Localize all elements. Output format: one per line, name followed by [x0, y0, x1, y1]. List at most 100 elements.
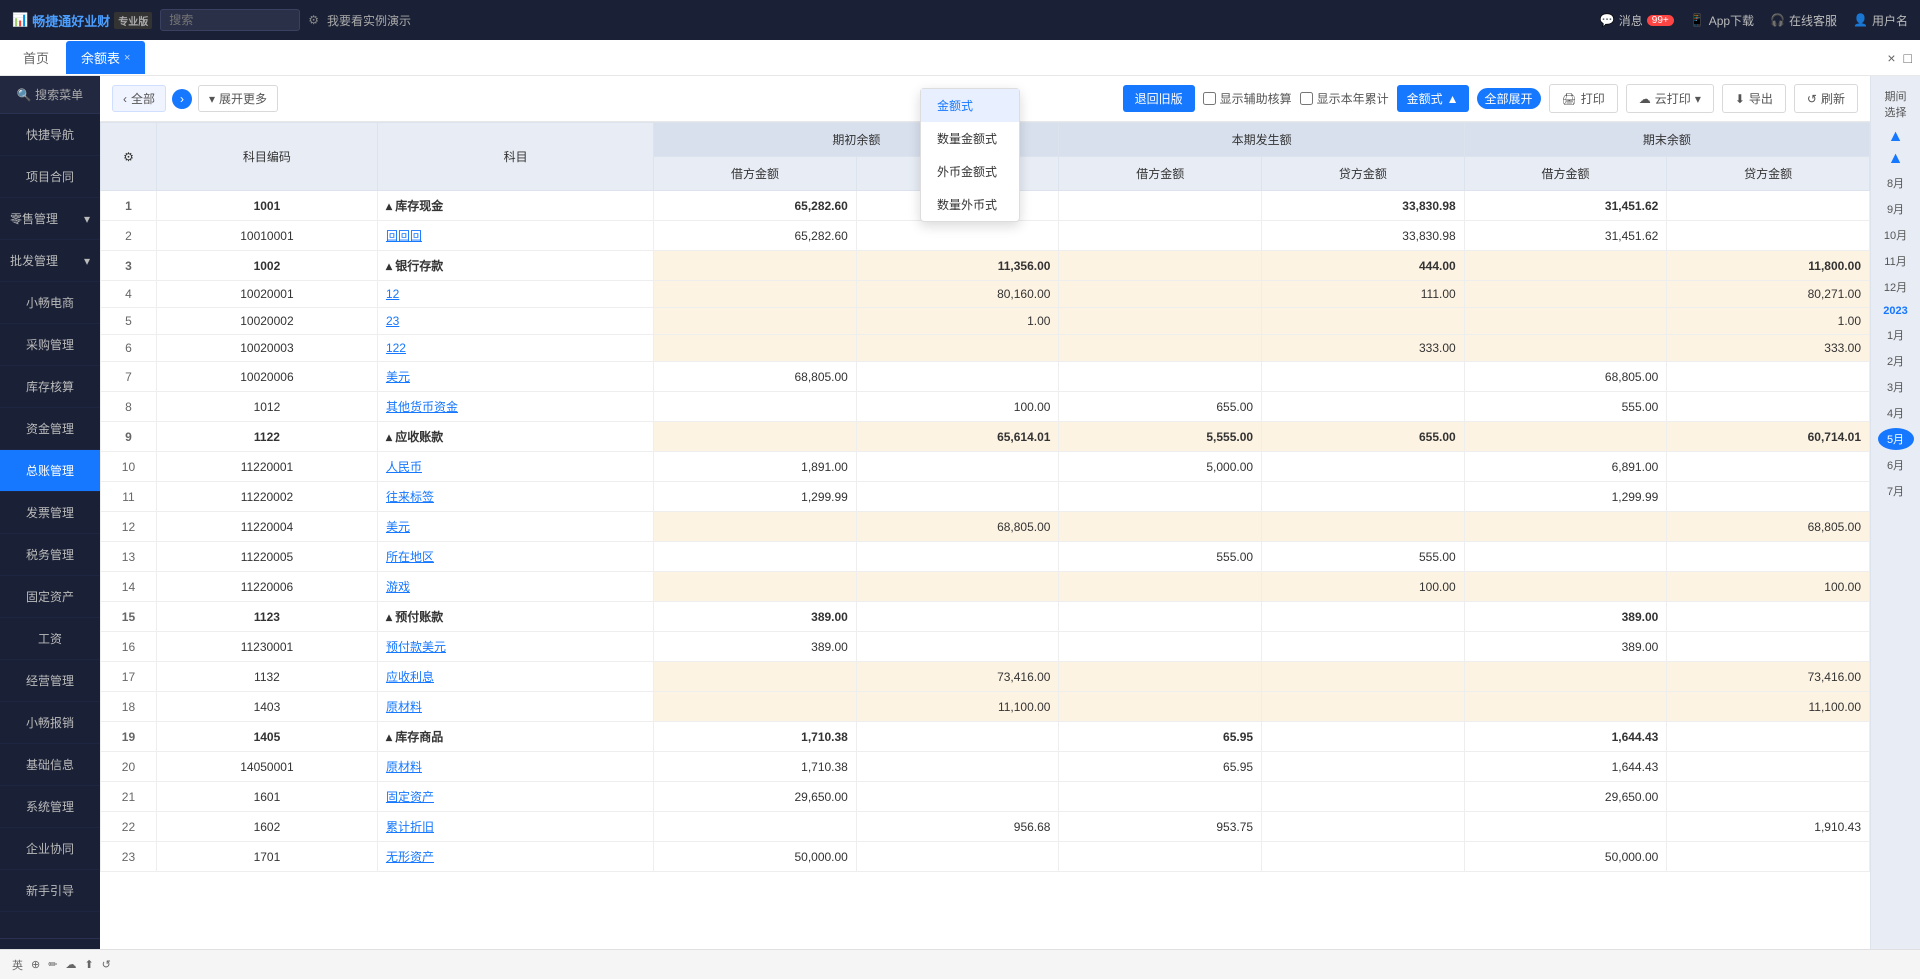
demo-link[interactable]: 我要看实例演示 — [327, 12, 411, 29]
table-row-account[interactable]: 所在地区 — [377, 542, 653, 572]
sidebar-item-quick-nav[interactable]: 快捷导航 — [0, 114, 100, 156]
sidebar-search[interactable]: 🔍 搜索菜单 — [0, 76, 100, 114]
cb-credit-header: 贷方金额 — [1667, 157, 1870, 191]
table-row-account[interactable]: 美元 — [377, 362, 653, 392]
dropdown-item-shuliang-jine[interactable]: 数量金额式 — [921, 122, 1019, 155]
tab-balance[interactable]: 余额表 × — [66, 41, 145, 74]
export-btn[interactable]: ⬇ 导出 — [1722, 84, 1786, 113]
table-row-account[interactable]: 12 — [377, 281, 653, 308]
show-assist-checkbox-group[interactable]: 显示辅助核算 — [1203, 90, 1292, 107]
table-row-account[interactable]: 人民币 — [377, 452, 653, 482]
period-12[interactable]: 12月 — [1878, 276, 1914, 298]
table-row-account[interactable]: 累计折旧 — [377, 812, 653, 842]
sidebar-item-purchase[interactable]: 采购管理 — [0, 324, 100, 366]
table-row-account[interactable]: 无形资产 — [377, 842, 653, 872]
bottom-cloud-btn[interactable]: ☁ — [65, 958, 76, 971]
period-2023[interactable]: 2023 — [1878, 302, 1914, 320]
window-restore-btn[interactable]: □ — [1904, 50, 1912, 66]
sidebar-item-project-contract[interactable]: 项目合同 — [0, 156, 100, 198]
sidebar-item-system[interactable]: 系统管理 — [0, 786, 100, 828]
message-btn[interactable]: 💬 消息 99+ — [1600, 12, 1674, 29]
show-ytd-checkbox-group[interactable]: 显示本年累计 — [1300, 90, 1389, 107]
all-filter-btn[interactable]: ‹ 全部 — [112, 85, 166, 112]
cloud-print-btn[interactable]: ☁ 云打印 ▾ — [1626, 84, 1714, 113]
table-row-account[interactable]: 原材料 — [377, 752, 653, 782]
table-row-account[interactable]: 23 — [377, 308, 653, 335]
window-close-btn[interactable]: × — [1887, 50, 1895, 66]
table-row-code: 1405 — [156, 722, 377, 752]
dropdown-item-shuliang-waibi[interactable]: 数量外币式 — [921, 188, 1019, 221]
sidebar-item-wholesale[interactable]: 批发管理 ▾ — [0, 240, 100, 282]
period-up2-btn[interactable]: ▲ — [1888, 150, 1904, 168]
table-row-cur_credit: 333.00 — [1262, 335, 1465, 362]
sidebar-item-capital[interactable]: 资金管理 — [0, 408, 100, 450]
sidebar-item-fixed-assets[interactable]: 固定资产 — [0, 576, 100, 618]
period-4[interactable]: 4月 — [1878, 402, 1914, 424]
bottom-upload-btn[interactable]: ⬆ — [84, 958, 93, 971]
sidebar-item-operations[interactable]: 经营管理 — [0, 660, 100, 702]
bottom-lang-btn[interactable]: 英 — [12, 957, 23, 973]
service-icon: 🎧 — [1770, 13, 1785, 27]
balance-table-wrapper[interactable]: ⚙ 科目编码 科目 期初余额 本期发生额 期末余额 借方金额 贷方金额 借方金额… — [100, 122, 1870, 979]
table-row-account[interactable]: 固定资产 — [377, 782, 653, 812]
expand-more-btn[interactable]: ▾ 展开更多 — [198, 85, 278, 112]
period-7[interactable]: 7月 — [1878, 480, 1914, 502]
top-search-input[interactable] — [160, 9, 300, 31]
table-row-account[interactable]: 原材料 — [377, 692, 653, 722]
bottom-edit-btn[interactable]: ✏ — [48, 958, 57, 971]
table-row-account: ▴ 库存商品 — [377, 722, 653, 752]
period-8[interactable]: 8月 — [1878, 172, 1914, 194]
sidebar-item-invoice[interactable]: 发票管理 — [0, 492, 100, 534]
jine-style-btn[interactable]: 金额式 ▲ — [1397, 85, 1469, 112]
period-1[interactable]: 1月 — [1878, 324, 1914, 346]
sidebar-item-general-ledger[interactable]: 总账管理 — [0, 450, 100, 492]
app-download-btn[interactable]: 📱 App下载 — [1690, 12, 1754, 29]
show-ytd-checkbox[interactable] — [1300, 92, 1313, 105]
settings-icon[interactable]: ⚙ — [308, 13, 319, 27]
sidebar-item-payroll[interactable]: 工资 — [0, 618, 100, 660]
table-row-account[interactable]: 应收利息 — [377, 662, 653, 692]
period-9[interactable]: 9月 — [1878, 198, 1914, 220]
return-old-btn[interactable]: 退回旧版 — [1123, 85, 1195, 112]
tab-close-btn[interactable]: × — [124, 52, 130, 64]
settings-col-header[interactable]: ⚙ — [101, 123, 157, 191]
table-row-account[interactable]: 美元 — [377, 512, 653, 542]
table-row-account[interactable]: 游戏 — [377, 572, 653, 602]
period-5[interactable]: 5月 — [1878, 428, 1914, 450]
show-assist-checkbox[interactable] — [1203, 92, 1216, 105]
period-3[interactable]: 3月 — [1878, 376, 1914, 398]
sidebar-item-micro-sales[interactable]: 小畅报销 — [0, 702, 100, 744]
bottom-refresh-btn[interactable]: ↺ — [102, 958, 111, 971]
period-panel: 期间选择 ▲ ▲ 8月 9月 10月 11月 12月 2023 1月 2月 3月… — [1870, 76, 1920, 979]
table-row-account[interactable]: 往来标签 — [377, 482, 653, 512]
table-row-account[interactable]: 122 — [377, 335, 653, 362]
print-btn[interactable]: 🖨 打印 — [1549, 84, 1618, 113]
sidebar-item-guide[interactable]: 新手引导 — [0, 870, 100, 912]
bottom-add-btn[interactable]: ⊕ — [31, 958, 40, 971]
period-up-btn[interactable]: ▲ — [1888, 128, 1904, 146]
refresh-btn[interactable]: ↺ 刷新 — [1794, 84, 1858, 113]
expand-all-toggle[interactable]: 全部展开 — [1477, 88, 1541, 109]
table-row-account[interactable]: 预付款美元 — [377, 632, 653, 662]
period-6[interactable]: 6月 — [1878, 454, 1914, 476]
sidebar-item-inventory[interactable]: 库存核算 — [0, 366, 100, 408]
table-row-account[interactable]: 回回回 — [377, 221, 653, 251]
table-row-code: 10020006 — [156, 362, 377, 392]
period-2[interactable]: 2月 — [1878, 350, 1914, 372]
dropdown-item-jine[interactable]: 金额式 — [921, 89, 1019, 122]
sidebar-item-enterprise[interactable]: 企业协同 — [0, 828, 100, 870]
user-avatar[interactable]: 👤 用户名 — [1853, 12, 1908, 29]
app-edition: 专业版 — [114, 12, 152, 29]
online-service-btn[interactable]: 🎧 在线客服 — [1770, 12, 1837, 29]
tab-home[interactable]: 首页 — [8, 41, 64, 74]
sidebar-item-ecom[interactable]: 小畅电商 — [0, 282, 100, 324]
table-row-cur_debit — [1059, 335, 1262, 362]
period-11[interactable]: 11月 — [1878, 250, 1914, 272]
sidebar-item-tax[interactable]: 税务管理 — [0, 534, 100, 576]
nav-forward-btn[interactable]: › — [172, 89, 192, 109]
period-10[interactable]: 10月 — [1878, 224, 1914, 246]
sidebar-item-basic-info[interactable]: 基础信息 — [0, 744, 100, 786]
dropdown-item-waibi-jine[interactable]: 外币金额式 — [921, 155, 1019, 188]
sidebar-item-retail[interactable]: 零售管理 ▾ — [0, 198, 100, 240]
table-row-account[interactable]: 其他货币资金 — [377, 392, 653, 422]
